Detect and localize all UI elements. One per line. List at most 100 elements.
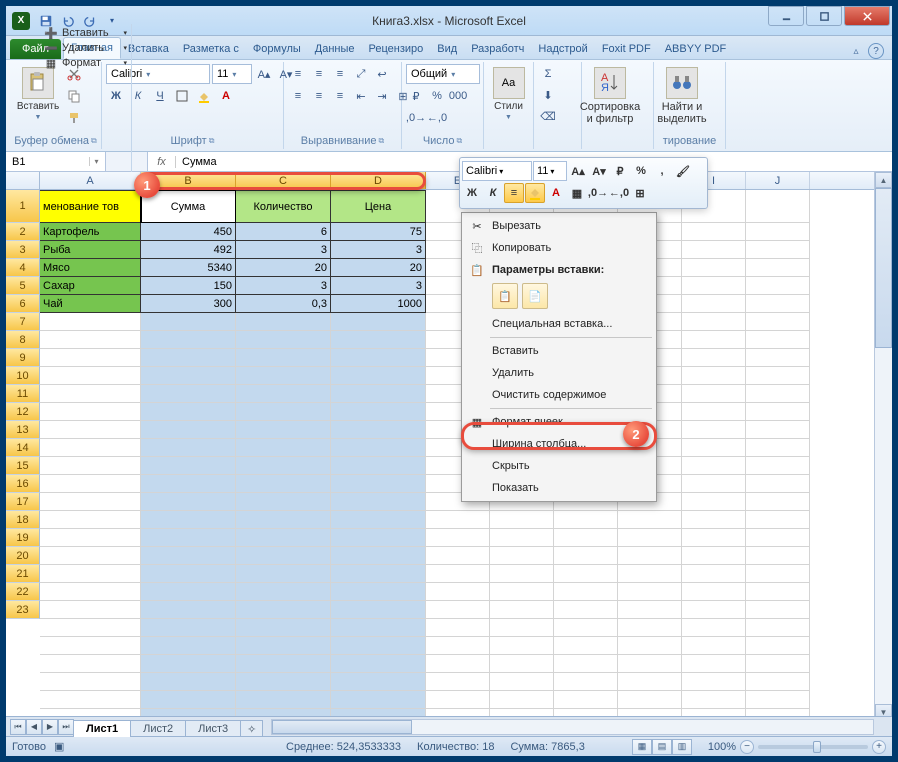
cell[interactable] xyxy=(746,565,810,583)
cell[interactable] xyxy=(40,385,141,403)
find-select-button[interactable]: Найти ивыделить xyxy=(658,64,706,130)
zoom-in-button[interactable]: + xyxy=(872,740,886,754)
cell[interactable] xyxy=(331,655,426,673)
select-all-corner[interactable] xyxy=(6,172,40,189)
ctx-paste-special[interactable]: Специальная вставка... xyxy=(464,313,654,335)
zoom-slider[interactable] xyxy=(758,745,868,749)
cell[interactable] xyxy=(40,313,141,331)
cell[interactable] xyxy=(40,655,141,673)
cell[interactable] xyxy=(618,583,682,601)
cell[interactable] xyxy=(490,547,554,565)
cell[interactable] xyxy=(682,691,746,709)
cell[interactable] xyxy=(746,601,810,619)
cell[interactable]: 0,3 xyxy=(236,295,331,313)
cell[interactable] xyxy=(618,619,682,637)
cell[interactable] xyxy=(682,385,746,403)
row-header[interactable]: 16 xyxy=(6,475,40,493)
cell[interactable] xyxy=(490,619,554,637)
cell[interactable] xyxy=(236,313,331,331)
col-header-A[interactable]: A xyxy=(40,172,141,189)
mini-percent-icon[interactable]: % xyxy=(631,161,651,181)
cell[interactable] xyxy=(141,385,236,403)
cell[interactable] xyxy=(40,511,141,529)
cell[interactable] xyxy=(746,619,810,637)
cell[interactable]: Цена xyxy=(331,190,426,223)
tab-data[interactable]: Данные xyxy=(308,39,362,59)
cell[interactable] xyxy=(141,313,236,331)
row-header[interactable]: 8 xyxy=(6,331,40,349)
number-format-combo[interactable]: Общий▾ xyxy=(406,64,480,84)
cell[interactable]: 3 xyxy=(236,241,331,259)
mini-merge-icon[interactable]: ⊞ xyxy=(630,183,650,203)
cell[interactable] xyxy=(331,421,426,439)
cell[interactable] xyxy=(331,349,426,367)
cell[interactable] xyxy=(746,457,810,475)
wrap-text-icon[interactable]: ↩ xyxy=(372,64,392,84)
cell[interactable] xyxy=(426,565,490,583)
vertical-scrollbar[interactable]: ▲ ▼ xyxy=(874,172,892,720)
sheet-nav-prev[interactable]: ◀ xyxy=(26,719,42,735)
cell[interactable] xyxy=(40,421,141,439)
cell[interactable] xyxy=(331,583,426,601)
cell[interactable] xyxy=(746,547,810,565)
cell[interactable] xyxy=(40,349,141,367)
cell[interactable] xyxy=(682,241,746,259)
cell[interactable] xyxy=(426,547,490,565)
sort-filter-button[interactable]: АЯСортировкаи фильтр xyxy=(586,64,634,130)
cell[interactable] xyxy=(331,385,426,403)
cell[interactable]: 3 xyxy=(236,277,331,295)
cell[interactable] xyxy=(746,439,810,457)
row-header[interactable]: 19 xyxy=(6,529,40,547)
cell[interactable] xyxy=(682,565,746,583)
cell[interactable] xyxy=(331,619,426,637)
cell[interactable] xyxy=(682,547,746,565)
cell[interactable] xyxy=(618,691,682,709)
scroll-up-icon[interactable]: ▲ xyxy=(875,172,892,188)
cell[interactable] xyxy=(331,637,426,655)
align-left-icon[interactable]: ≡ xyxy=(288,86,308,106)
cell[interactable] xyxy=(141,367,236,385)
cell[interactable]: 20 xyxy=(236,259,331,277)
tab-formulas[interactable]: Формулы xyxy=(246,39,308,59)
cell[interactable] xyxy=(40,367,141,385)
increase-indent-icon[interactable]: ⇥ xyxy=(372,86,392,106)
cell[interactable] xyxy=(746,673,810,691)
scroll-thumb[interactable] xyxy=(272,720,412,734)
cell[interactable] xyxy=(554,673,618,691)
col-header-C[interactable]: C xyxy=(236,172,331,189)
cell[interactable] xyxy=(490,601,554,619)
cell[interactable] xyxy=(618,529,682,547)
cell[interactable] xyxy=(141,691,236,709)
row-header[interactable]: 11 xyxy=(6,385,40,403)
cell[interactable] xyxy=(426,673,490,691)
cell[interactable] xyxy=(682,619,746,637)
cell[interactable] xyxy=(682,313,746,331)
view-normal-icon[interactable]: ▦ xyxy=(632,739,652,755)
cell[interactable] xyxy=(40,565,141,583)
row-header[interactable]: 13 xyxy=(6,421,40,439)
border-icon[interactable] xyxy=(172,86,192,106)
cell[interactable] xyxy=(236,457,331,475)
row-header[interactable]: 23 xyxy=(6,601,40,619)
cell[interactable] xyxy=(746,385,810,403)
view-pagelayout-icon[interactable]: ▤ xyxy=(652,739,672,755)
cell[interactable] xyxy=(236,547,331,565)
cell[interactable] xyxy=(682,223,746,241)
cell[interactable] xyxy=(40,457,141,475)
close-button[interactable] xyxy=(844,6,890,26)
sheet-nav-last[interactable]: ⏭ xyxy=(58,719,74,735)
cell[interactable] xyxy=(426,655,490,673)
cell[interactable] xyxy=(554,637,618,655)
maximize-button[interactable] xyxy=(806,6,842,26)
cell[interactable] xyxy=(618,637,682,655)
cell[interactable] xyxy=(236,421,331,439)
cell[interactable] xyxy=(746,295,810,313)
cell[interactable] xyxy=(40,637,141,655)
cell[interactable] xyxy=(236,367,331,385)
cell[interactable] xyxy=(618,547,682,565)
cell[interactable] xyxy=(746,511,810,529)
cell[interactable] xyxy=(618,565,682,583)
cell[interactable] xyxy=(682,511,746,529)
cell[interactable] xyxy=(331,529,426,547)
cell[interactable] xyxy=(141,403,236,421)
